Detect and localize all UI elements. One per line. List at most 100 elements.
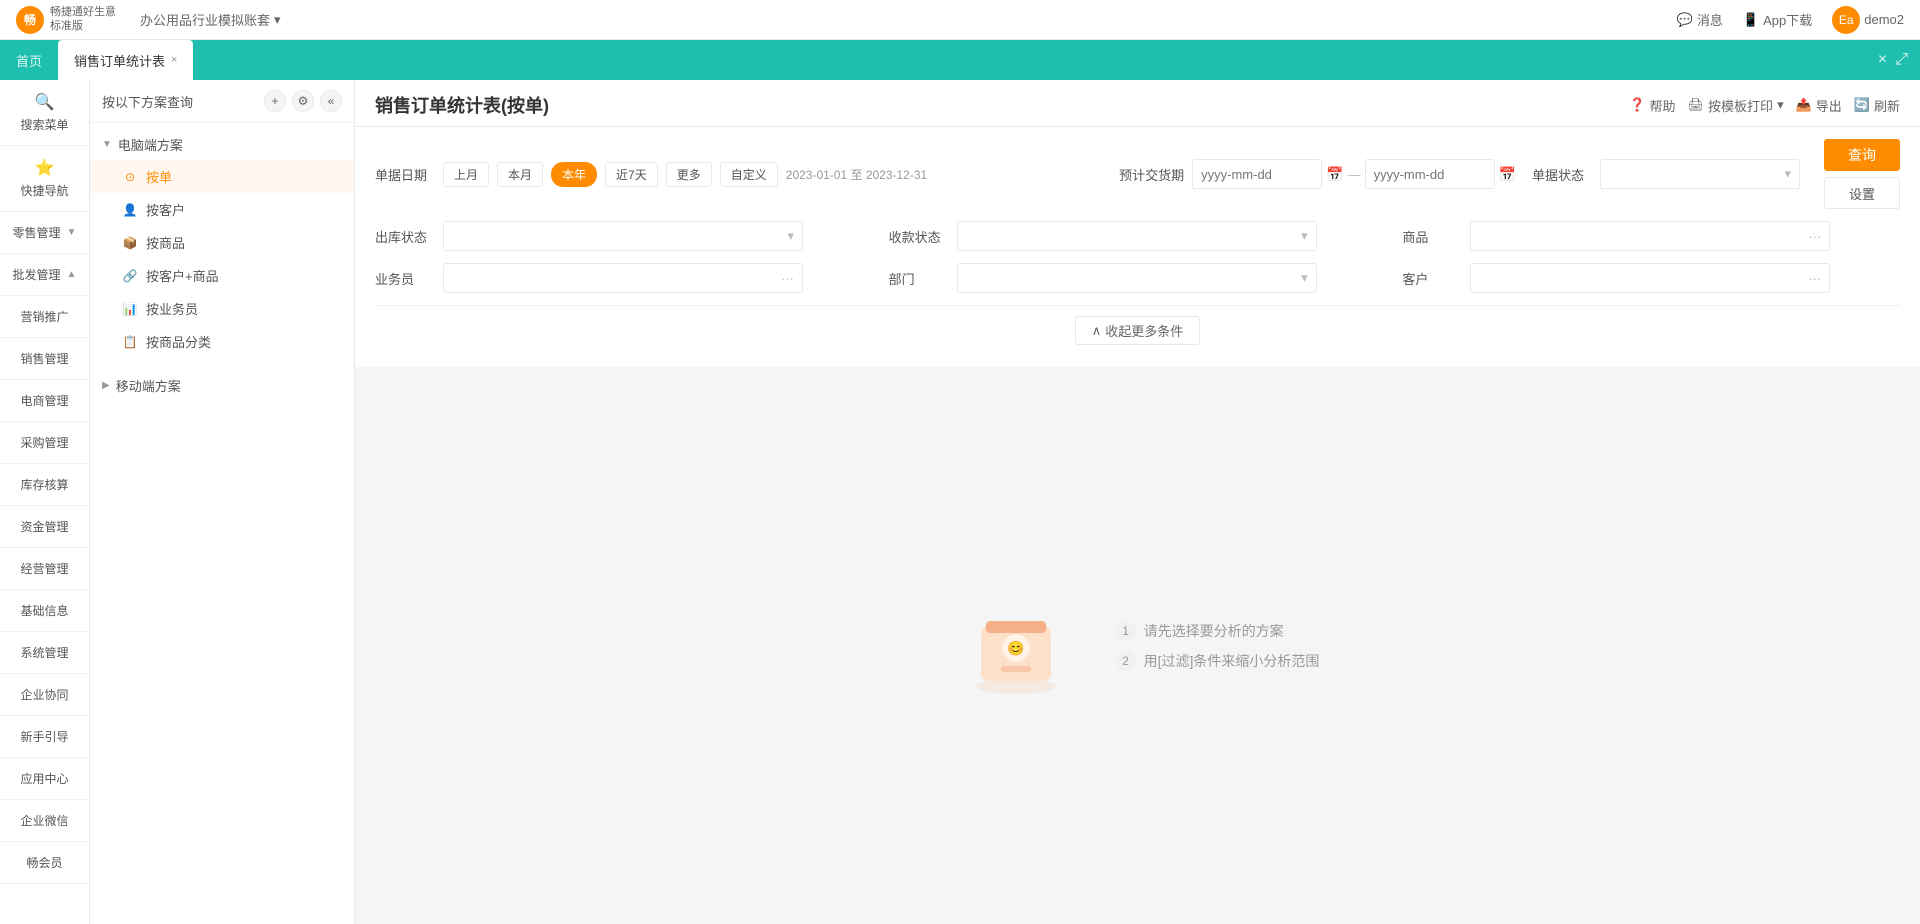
link-icon: 🔗 <box>122 268 138 284</box>
sidebar-item-inventory[interactable]: 库存核算 <box>0 464 89 506</box>
messages-button[interactable]: 💬 消息 <box>1677 10 1723 29</box>
settings-scheme-button[interactable]: ⚙ <box>292 90 314 112</box>
sidebar-item-app-center[interactable]: 应用中心 <box>0 758 89 800</box>
salesperson-select[interactable]: ··· <box>443 263 803 293</box>
top-bar-right: 💬 消息 📱 App下载 Ea demo2 <box>1677 6 1904 34</box>
refresh-button[interactable]: 🔄 刷新 <box>1854 96 1900 115</box>
scheme-item-by-customer-product[interactable]: 🔗 按客户+商品 <box>90 259 354 292</box>
tab-bar: 首页 销售订单统计表 × × ⤢ <box>0 40 1920 80</box>
filter-row-1: 单据日期 上月 本月 本年 近7天 更多 自定义 2023-01-01 至 20… <box>375 139 1900 209</box>
this-month-button[interactable]: 本月 <box>497 162 543 187</box>
app-download-button[interactable]: 📱 App下载 <box>1743 10 1812 29</box>
this-year-button[interactable]: 本年 <box>551 162 597 187</box>
scheme-group-header-desktop[interactable]: ▼ 电脑端方案 <box>90 129 354 160</box>
scheme-item-by-salesperson[interactable]: 📊 按业务员 <box>90 292 354 325</box>
main-layout: 🔍 搜索菜单 ⭐ 快捷导航 零售管理 ▼ 批发管理 ▲ 营销推广 销售管理 电商… <box>0 80 1920 924</box>
collapse-button[interactable]: ∧ 收起更多条件 <box>1075 316 1201 345</box>
empty-text: 1 请先选择要分析的方案 2 用[过滤]条件来缩小分析范围 <box>1116 621 1320 671</box>
salesperson-label: 业务员 <box>375 269 435 288</box>
add-scheme-button[interactable]: + <box>264 90 286 112</box>
workspace-selector[interactable]: 办公用品行业模拟账套 ▾ <box>140 10 281 29</box>
tab-minimize-icon[interactable]: × <box>1878 51 1887 69</box>
sidebar-item-retail[interactable]: 零售管理 ▼ <box>0 212 89 254</box>
chevron-down-icon: ▾ <box>1301 270 1308 286</box>
chevron-down-icon: ▾ <box>1784 166 1791 182</box>
user-profile[interactable]: Ea demo2 <box>1832 6 1904 34</box>
sidebar-item-marketing[interactable]: 营销推广 <box>0 296 89 338</box>
tab-maximize-icon[interactable]: ⤢ <box>1895 51 1908 69</box>
user-icon: 👤 <box>122 202 138 218</box>
sidebar-item-operations[interactable]: 经营管理 <box>0 548 89 590</box>
left-panel-header: 按以下方案查询 + ⚙ « <box>90 80 354 123</box>
page-header-actions: ❓ 帮助 🖨 按模板打印 ▾ 📤 导出 🔄 刷新 <box>1629 96 1900 115</box>
page-header: 销售订单统计表(按单) ❓ 帮助 🖨 按模板打印 ▾ 📤 导出 <box>355 80 1920 127</box>
sidebar-item-finance[interactable]: 资金管理 <box>0 506 89 548</box>
payment-status-select[interactable]: ▾ <box>957 221 1317 251</box>
help-button[interactable]: ❓ 帮助 <box>1629 96 1675 115</box>
sidebar-item-newbie[interactable]: 新手引导 <box>0 716 89 758</box>
help-icon: ❓ <box>1629 97 1645 113</box>
sidebar-item-enterprise-wechat[interactable]: 企业微信 <box>0 800 89 842</box>
sidebar-item-enterprise[interactable]: 企业协同 <box>0 674 89 716</box>
sidebar-item-member[interactable]: 畅会员 <box>0 842 89 884</box>
tab-sales-stats[interactable]: 销售订单统计表 × <box>58 40 193 80</box>
expected-date-end-input[interactable] <box>1365 159 1495 189</box>
bill-date-label: 单据日期 <box>375 165 435 184</box>
department-col: 部门 ▾ <box>889 263 1387 293</box>
empty-illustration: 😊 <box>956 586 1076 706</box>
sidebar-item-ecommerce[interactable]: 电商管理 <box>0 380 89 422</box>
tab-bar-actions: × ⤢ <box>1878 51 1920 69</box>
top-bar: 畅 畅捷通好生意 标准版 办公用品行业模拟账套 ▾ 💬 消息 📱 App下载 E… <box>0 0 1920 40</box>
scheme-group-header-mobile[interactable]: ▶ 移动端方案 <box>90 370 354 401</box>
sidebar-item-search-menu[interactable]: 🔍 搜索菜单 <box>0 80 89 146</box>
scheme-item-by-customer[interactable]: 👤 按客户 <box>90 193 354 226</box>
scheme-item-by-category[interactable]: 📋 按商品分类 <box>90 325 354 358</box>
collapse-panel-button[interactable]: « <box>320 90 342 112</box>
product-col: 商品 ··· <box>1402 221 1900 251</box>
collapse-icon: ∧ <box>1092 323 1102 339</box>
query-button[interactable]: 查询 <box>1824 139 1900 171</box>
sidebar-item-basic[interactable]: 基础信息 <box>0 590 89 632</box>
payment-status-label: 收款状态 <box>889 227 949 246</box>
last7days-button[interactable]: 近7天 <box>605 162 658 187</box>
expected-date-start-input[interactable] <box>1192 159 1322 189</box>
tab-close-icon[interactable]: × <box>171 54 177 66</box>
sidebar-item-sales[interactable]: 销售管理 <box>0 338 89 380</box>
department-select[interactable]: ▾ <box>957 263 1317 293</box>
custom-date-button[interactable]: 自定义 <box>720 162 778 187</box>
customer-label: 客户 <box>1402 269 1462 288</box>
content-area: 按以下方案查询 + ⚙ « ▼ 电脑端方案 ⊙ 按单 👤 按客户 <box>90 80 1920 924</box>
sidebar-item-purchase[interactable]: 采购管理 <box>0 422 89 464</box>
settings-button[interactable]: 设置 <box>1824 177 1900 209</box>
scheme-group-mobile: ▶ 移动端方案 <box>90 364 354 407</box>
department-label: 部门 <box>889 269 949 288</box>
bill-status-filter: 单据状态 ▾ <box>1532 159 1800 189</box>
sidebar-item-quick-nav[interactable]: ⭐ 快捷导航 <box>0 146 89 212</box>
delivery-status-select[interactable]: ▾ <box>443 221 803 251</box>
empty-step-1: 1 请先选择要分析的方案 <box>1116 621 1320 641</box>
more-date-button[interactable]: 更多 <box>666 162 712 187</box>
export-button[interactable]: 📤 导出 <box>1796 96 1842 115</box>
scheme-item-by-order[interactable]: ⊙ 按单 <box>90 160 354 193</box>
collapse-row: ∧ 收起更多条件 <box>375 305 1900 355</box>
chevron-down-icon: ▼ <box>67 227 77 238</box>
delivery-status-col: 出库状态 ▾ <box>375 221 873 251</box>
last-month-button[interactable]: 上月 <box>443 162 489 187</box>
product-select[interactable]: ··· <box>1470 221 1830 251</box>
avatar: Ea <box>1832 6 1860 34</box>
scheme-item-by-product[interactable]: 📦 按商品 <box>90 226 354 259</box>
sidebar-item-wholesale[interactable]: 批发管理 ▲ <box>0 254 89 296</box>
sidebar-item-system[interactable]: 系统管理 <box>0 632 89 674</box>
bill-status-select[interactable]: ▾ <box>1600 159 1800 189</box>
customer-select[interactable]: ··· <box>1470 263 1830 293</box>
tab-home[interactable]: 首页 <box>0 40 58 80</box>
delivery-status-label: 出库状态 <box>375 227 435 246</box>
query-buttons: 查询 设置 <box>1824 139 1900 209</box>
print-button[interactable]: 🖨 按模板打印 ▾ <box>1688 96 1784 115</box>
calendar-end-icon[interactable]: 📅 <box>1499 166 1516 183</box>
date-range-text: 2023-01-01 至 2023-12-31 <box>786 166 927 183</box>
list-icon: 📋 <box>122 334 138 350</box>
right-content: 销售订单统计表(按单) ❓ 帮助 🖨 按模板打印 ▾ 📤 导出 <box>355 80 1920 924</box>
step-1-num: 1 <box>1116 621 1136 641</box>
calendar-start-icon[interactable]: 📅 <box>1326 166 1343 183</box>
